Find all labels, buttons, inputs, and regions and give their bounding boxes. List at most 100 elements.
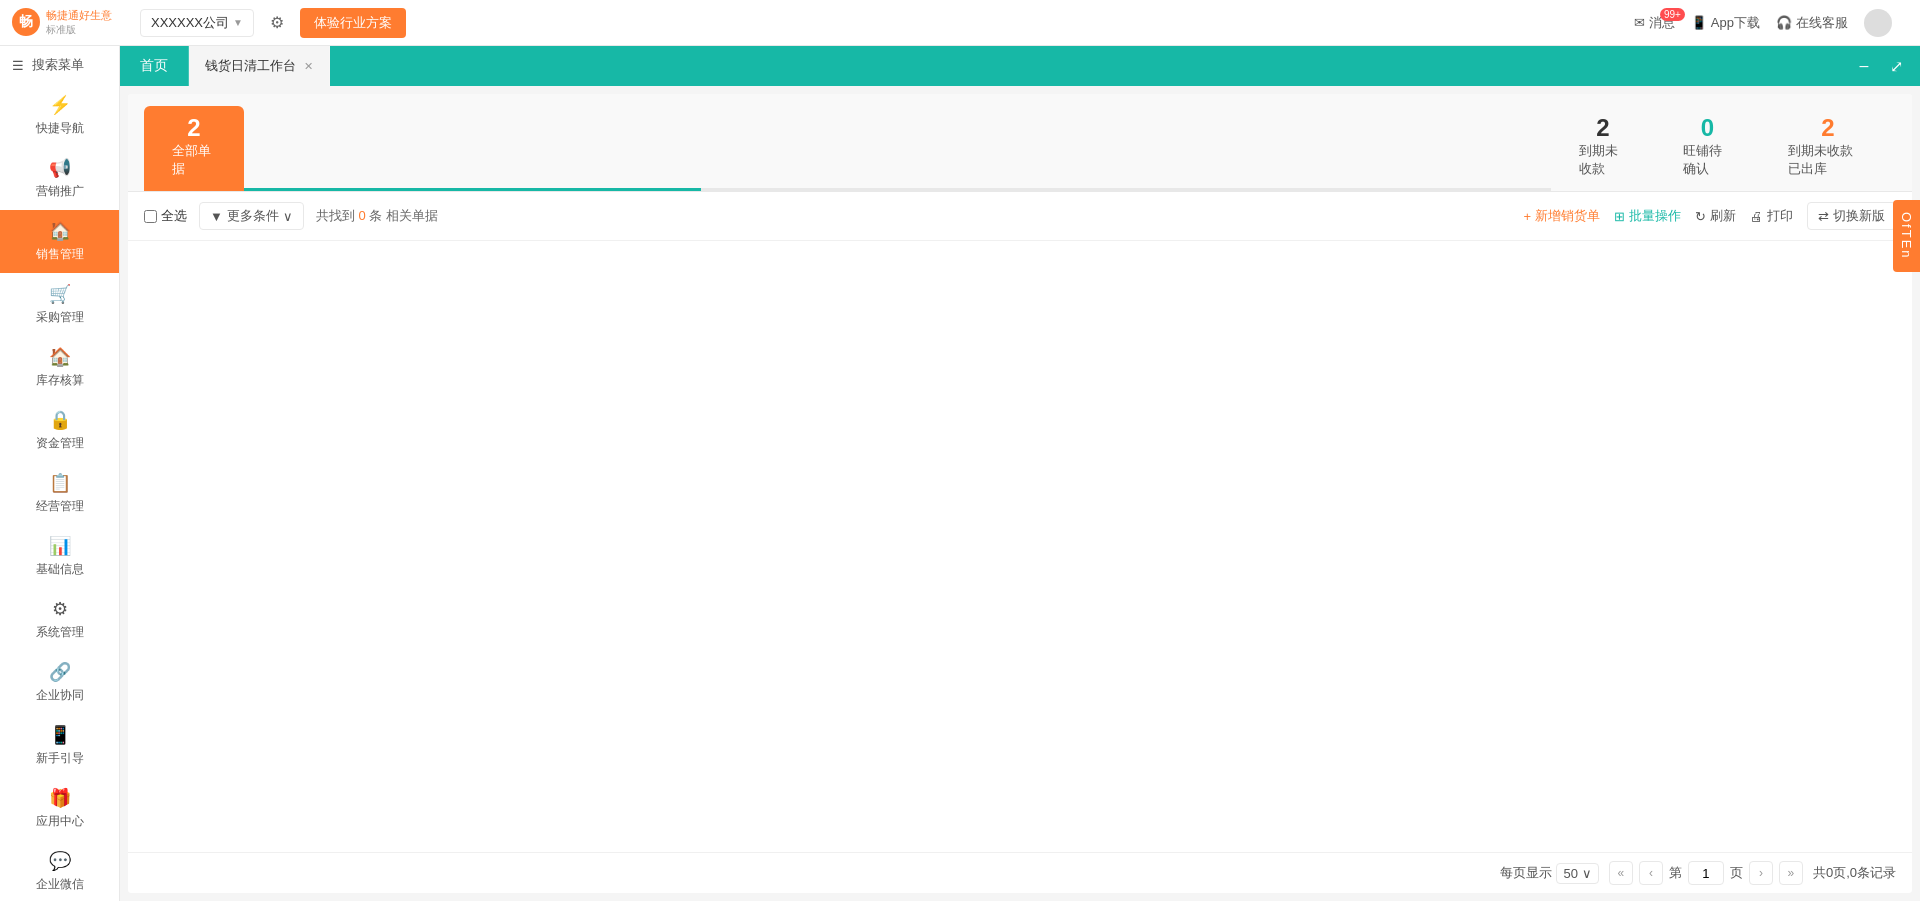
total-info: 共0页,0条记录: [1813, 864, 1896, 882]
app-download-button[interactable]: 📱 App下载: [1691, 14, 1760, 32]
per-page-selector[interactable]: 50 ∨: [1556, 863, 1598, 884]
online-service-button[interactable]: 🎧 在线客服: [1776, 14, 1848, 32]
tab-maximize-icon[interactable]: ⤢: [1884, 54, 1908, 78]
found-unit: 条: [369, 208, 382, 223]
refresh-icon: ↻: [1695, 209, 1706, 224]
per-page-label: 每页显示: [1500, 864, 1552, 882]
found-count: 0: [359, 208, 366, 223]
page-size-select: 每页显示 50 ∨: [1500, 863, 1598, 884]
service-icon: 🎧: [1776, 15, 1792, 30]
print-label: 打印: [1767, 207, 1793, 225]
sidebar-item-sales[interactable]: 🏠 销售管理: [0, 210, 119, 273]
switch-label: 切换新版: [1833, 207, 1885, 225]
filter-button[interactable]: ▼ 更多条件 ∨: [199, 202, 304, 230]
filter-icon: ▼: [210, 209, 223, 224]
switch-version-button[interactable]: ⇄ 切换新版: [1807, 202, 1896, 230]
sidebar-label-capital: 资金管理: [36, 435, 84, 452]
switch-icon: ⇄: [1818, 209, 1829, 224]
guide-icon: 📱: [49, 724, 71, 746]
first-page-button[interactable]: «: [1609, 861, 1633, 885]
sidebar-item-operations[interactable]: 📋 经营管理: [0, 462, 119, 525]
sidebar-item-app-center[interactable]: 🎁 应用中心: [0, 777, 119, 840]
system-icon: ⚙: [52, 598, 68, 620]
found-info: 共找到 0 条 相关单据: [316, 207, 438, 225]
print-button[interactable]: 🖨 打印: [1750, 207, 1793, 225]
trial-button[interactable]: 体验行业方案: [300, 8, 406, 38]
sidebar-item-capital[interactable]: 🔒 资金管理: [0, 399, 119, 462]
content-area: 2 全部单据 2 到期未收款 0 旺铺待确认 2: [128, 94, 1912, 893]
found-suffix: 相关单据: [386, 208, 438, 223]
sidebar-label-system: 系统管理: [36, 624, 84, 641]
operations-icon: 📋: [49, 472, 71, 494]
top-bar-right: ✉ 消息 99+ 📱 App下载 🎧 在线客服: [1634, 9, 1908, 37]
stat-tab-all[interactable]: 2 全部单据: [144, 106, 244, 191]
sidebar-item-system[interactable]: ⚙ 系统管理: [0, 588, 119, 651]
company-selector[interactable]: XXXXXX公司 ▼: [140, 9, 254, 37]
progress-indicator: [244, 106, 1551, 191]
company-dropdown-arrow: ▼: [233, 17, 243, 28]
app-center-icon: 🎁: [49, 787, 71, 809]
filter-dropdown-icon: ∨: [283, 209, 293, 224]
batch-label: 批量操作: [1629, 207, 1681, 225]
company-name: XXXXXX公司: [151, 14, 229, 32]
sidebar-item-marketing[interactable]: 📢 营销推广: [0, 147, 119, 210]
refresh-label: 刷新: [1710, 207, 1736, 225]
sidebar-item-basic-info[interactable]: 📊 基础信息: [0, 525, 119, 588]
prev-page-button[interactable]: ‹: [1639, 861, 1663, 885]
last-page-button[interactable]: »: [1779, 861, 1803, 885]
logo-icon: 畅: [12, 8, 40, 36]
filter-label: 更多条件: [227, 207, 279, 225]
stat-tab-overdue-stock[interactable]: 2 到期未收款 已出库: [1760, 106, 1896, 191]
stats-tabs: 2 全部单据 2 到期未收款 0 旺铺待确认 2: [128, 94, 1912, 192]
batch-operation-button[interactable]: ⊞ 批量操作: [1614, 207, 1681, 225]
tab-close-icon[interactable]: ✕: [304, 60, 313, 73]
sidebar-item-search-menu[interactable]: ☰ 搜索菜单: [0, 46, 119, 84]
page-number-input[interactable]: [1688, 861, 1724, 885]
wechat-icon: 💬: [49, 850, 71, 872]
last-page-icon: »: [1788, 866, 1795, 880]
stat-tab-pending[interactable]: 0 旺铺待确认: [1655, 106, 1759, 191]
sidebar-item-purchase[interactable]: 🛒 采购管理: [0, 273, 119, 336]
stat-label-all: 全部单据: [172, 142, 216, 178]
sidebar-item-wechat[interactable]: 💬 企业微信: [0, 840, 119, 901]
per-page-arrow: ∨: [1582, 866, 1592, 881]
sidebar-label-quick-nav: 快捷导航: [36, 120, 84, 137]
next-page-icon: ›: [1759, 866, 1763, 880]
select-all-label: 全选: [161, 207, 187, 225]
tab-cashflow[interactable]: 钱货日清工作台 ✕: [189, 46, 330, 86]
sidebar-item-enterprise[interactable]: 🔗 企业协同: [0, 651, 119, 714]
main-content: 首页 钱货日清工作台 ✕ – ⤢ 2 全部单据: [120, 46, 1920, 901]
sidebar-item-inventory[interactable]: 🏠 库存核算: [0, 336, 119, 399]
toolbar: 全选 ▼ 更多条件 ∨ 共找到 0 条 相关单据 + 新增销货单: [128, 192, 1912, 241]
sidebar-label-enterprise: 企业协同: [36, 687, 84, 704]
refresh-button[interactable]: ↻ 刷新: [1695, 207, 1736, 225]
inventory-icon: 🏠: [49, 346, 71, 368]
sidebar-label-purchase: 采购管理: [36, 309, 84, 326]
tab-home[interactable]: 首页: [120, 46, 189, 86]
quick-nav-icon: ⚡: [49, 94, 71, 116]
user-avatar[interactable]: [1864, 9, 1892, 37]
basic-info-icon: 📊: [49, 535, 71, 557]
settings-icon[interactable]: ⚙: [262, 8, 292, 38]
select-all-checkbox[interactable]: 全选: [144, 207, 187, 225]
stat-label-overdue: 到期未收款: [1579, 142, 1627, 178]
sidebar-label-guide: 新手引导: [36, 750, 84, 767]
enterprise-icon: 🔗: [49, 661, 71, 683]
often-tag[interactable]: OfTEn: [1893, 200, 1920, 272]
table-area: [128, 241, 1912, 852]
sidebar-item-guide[interactable]: 📱 新手引导: [0, 714, 119, 777]
select-all-input[interactable]: [144, 210, 157, 223]
pagination-bar: 每页显示 50 ∨ « ‹ 第 页: [128, 852, 1912, 893]
first-page-icon: «: [1618, 866, 1625, 880]
toolbar-right: + 新增销货单 ⊞ 批量操作 ↻ 刷新 🖨 打印: [1523, 202, 1896, 230]
add-label: 新增销货单: [1535, 207, 1600, 225]
stat-tab-overdue[interactable]: 2 到期未收款: [1551, 106, 1655, 191]
add-sale-button[interactable]: + 新增销货单: [1523, 207, 1600, 225]
next-page-button[interactable]: ›: [1749, 861, 1773, 885]
message-icon: ✉: [1634, 15, 1645, 30]
message-badge: 99+: [1660, 8, 1685, 21]
tab-minimize-icon[interactable]: –: [1852, 54, 1876, 78]
sidebar-label-app-center: 应用中心: [36, 813, 84, 830]
sidebar-item-quick-nav[interactable]: ⚡ 快捷导航: [0, 84, 119, 147]
message-button[interactable]: ✉ 消息 99+: [1634, 14, 1675, 32]
